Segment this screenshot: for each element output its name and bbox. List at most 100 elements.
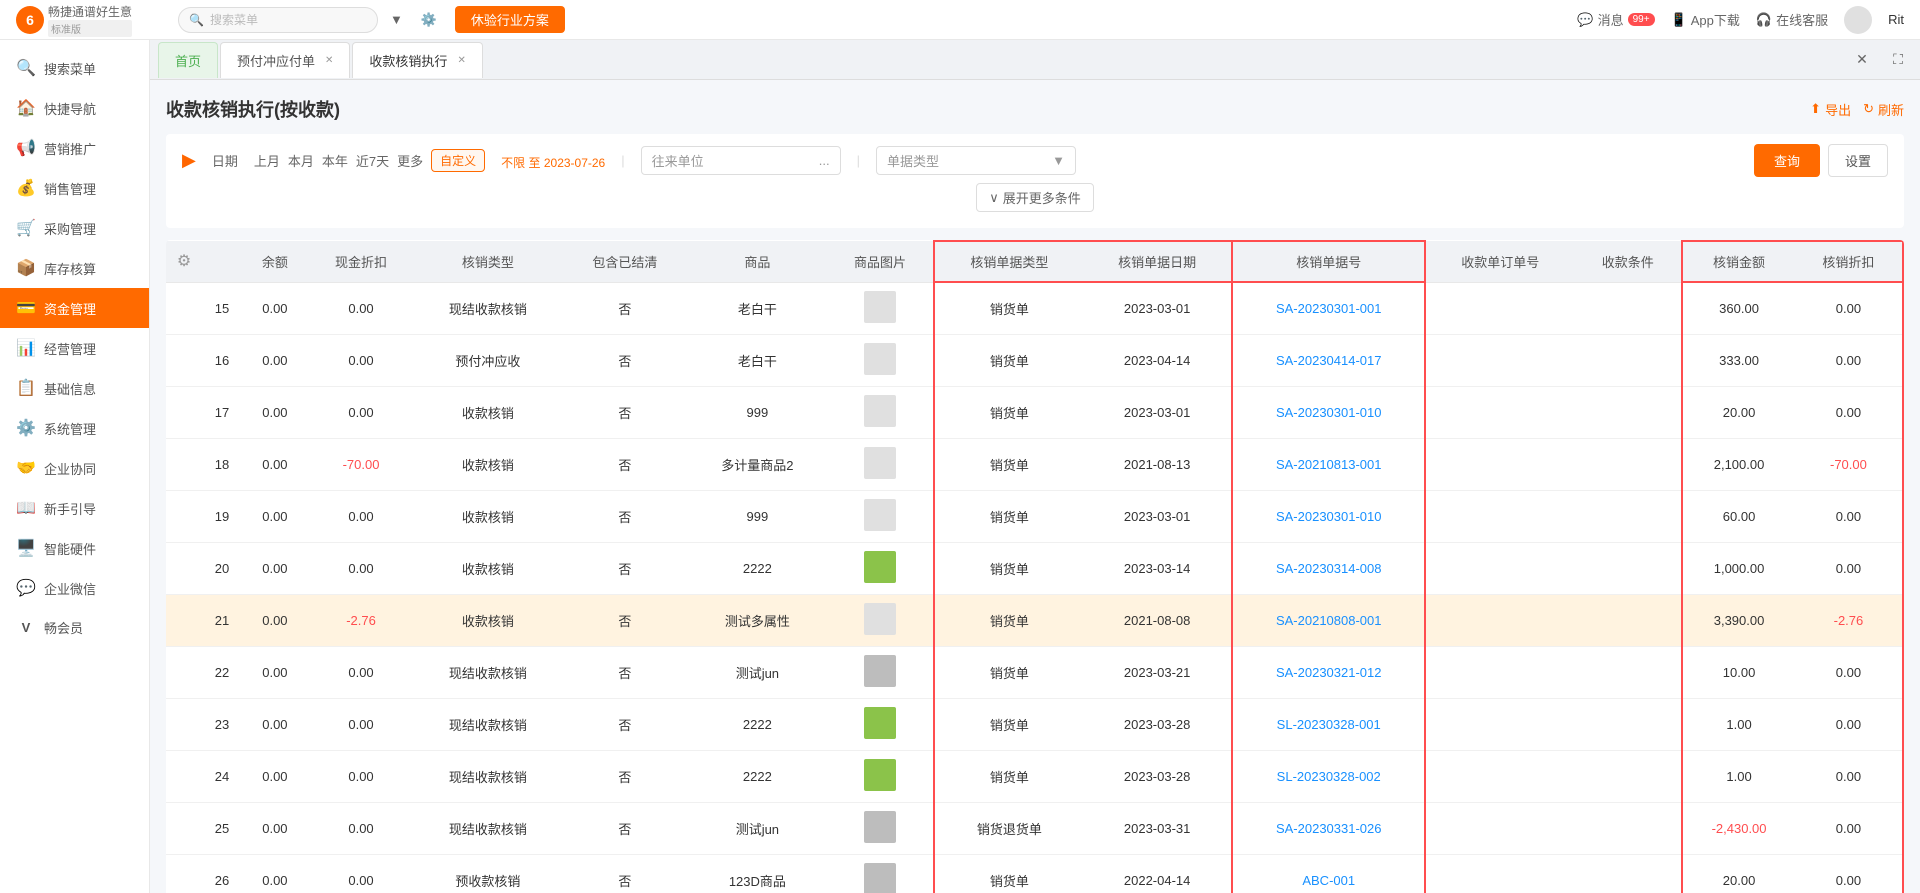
sidebar-item-weixin[interactable]: 💬 企业微信 [0,568,149,608]
avatar[interactable] [1844,6,1872,34]
row-order-no [1425,698,1574,750]
row-order-no [1425,646,1574,698]
row-discount: 0.00 [308,334,414,386]
row-product: 老白干 [688,282,826,334]
row-doc-no[interactable]: SL-20230328-002 [1232,750,1425,802]
sidebar-item-search[interactable]: 🔍 搜索菜单 [0,48,149,88]
row-balance: 0.00 [242,386,308,438]
finance-icon: 💳 [16,298,36,318]
sidebar-item-hardware[interactable]: 🖥️ 智能硬件 [0,528,149,568]
sidebar-item-basic[interactable]: 📋 基础信息 [0,368,149,408]
tab-writeoff[interactable]: 收款核销执行 ✕ [352,42,482,78]
filter-toggle-btn[interactable]: ▶ [182,150,196,171]
sidebar-item-purchase[interactable]: 🛒 采购管理 [0,208,149,248]
row-serial: 17 [202,386,242,438]
top-dropdown[interactable]: ▼ [390,12,403,27]
export-btn[interactable]: ⬆ 导出 [1810,100,1851,119]
row-type: 现结收款核销 [414,646,561,698]
date-opt-more[interactable]: 更多 [397,151,423,170]
row-serial: 19 [202,490,242,542]
row-condition [1574,282,1682,334]
row-doc-no[interactable]: SA-20230314-008 [1232,542,1425,594]
row-discount: 0.00 [308,282,414,334]
sidebar-item-sales[interactable]: 💰 销售管理 [0,168,149,208]
logo-text: 畅捷通谱好生意 [48,3,132,20]
headset-icon: 🎧 [1756,12,1772,28]
sidebar-label-marketing: 营销推广 [44,139,96,158]
tab-writeoff-close[interactable]: ✕ [457,55,465,66]
sidebar-item-inventory[interactable]: 📦 库存核算 [0,248,149,288]
row-doc-no[interactable]: SA-20210813-001 [1232,438,1425,490]
date-label: 日期 [212,151,238,170]
row-settled: 否 [561,698,688,750]
row-doc-type: 销货单 [934,854,1083,893]
sidebar-item-member[interactable]: V 畅会员 [0,608,149,647]
row-doc-no[interactable]: SA-20230301-010 [1232,490,1425,542]
sidebar-item-marketing[interactable]: 📢 营销推广 [0,128,149,168]
table-wrapper: ⚙ 余额 现金折扣 核销类型 包含已结清 商品 商品图片 核销单据类型 核销单据… [166,240,1904,893]
gear-icon[interactable]: ⚙️ [415,6,443,34]
refresh-btn[interactable]: ↻ 刷新 [1863,100,1904,119]
close-window-icon[interactable]: ✕ [1848,46,1876,74]
row-order-no [1425,438,1574,490]
top-bar-right: 💬 消息 99+ 📱 App下载 🎧 在线客服 Rit [1577,6,1904,34]
row-write-off-discount: 0.00 [1795,334,1903,386]
sidebar-item-guide[interactable]: 📖 新手引导 [0,488,149,528]
app-download-label: App下载 [1691,10,1740,29]
partner-input[interactable]: 往来单位 ... [641,146,841,175]
col-write-off-discount: 核销折扣 [1795,241,1903,282]
main-area: 首页 预付冲应付单 ✕ 收款核销执行 ✕ ✕ ⛶ 收款核销执行(按收款) [150,40,1920,893]
sidebar-item-finance[interactable]: 💳 资金管理 [0,288,149,328]
row-serial: 21 [202,594,242,646]
maximize-icon[interactable]: ⛶ [1884,46,1912,74]
row-product: 2222 [688,750,826,802]
row-doc-no[interactable]: SA-20230331-026 [1232,802,1425,854]
row-doc-no[interactable]: SL-20230328-001 [1232,698,1425,750]
tab-prepay-label: 预付冲应付单 [237,51,315,70]
sidebar-label-member: 畅会员 [44,618,83,637]
date-opt-this-year[interactable]: 本年 [322,151,348,170]
notifications[interactable]: 💬 消息 99+ [1577,10,1654,29]
row-product: 测试多属性 [688,594,826,646]
row-serial: 16 [202,334,242,386]
row-doc-no[interactable]: SA-20230321-012 [1232,646,1425,698]
col-serial [202,241,242,282]
sidebar-item-collab[interactable]: 🤝 企业协同 [0,448,149,488]
sidebar-item-management[interactable]: 📊 经营管理 [0,328,149,368]
row-settled: 否 [561,854,688,893]
date-opt-7days[interactable]: 近7天 [356,151,389,170]
industry-btn[interactable]: 休验行业方案 [455,6,565,33]
sidebar-label-hardware: 智能硬件 [44,539,96,558]
date-opt-last-month[interactable]: 上月 [254,151,280,170]
row-doc-no[interactable]: SA-20230301-001 [1232,282,1425,334]
app-download[interactable]: 📱 App下载 [1671,10,1740,29]
sidebar-item-system[interactable]: ⚙️ 系统管理 [0,408,149,448]
tab-prepay-close[interactable]: ✕ [325,55,333,66]
date-opt-custom[interactable]: 自定义 [431,149,485,172]
col-settings[interactable]: ⚙ [166,241,202,282]
row-amount: 360.00 [1682,282,1795,334]
settings-btn[interactable]: 设置 [1828,144,1888,177]
tab-home[interactable]: 首页 [158,42,218,78]
row-balance: 0.00 [242,542,308,594]
filter-row-main: ▶ 日期 上月 本月 本年 近7天 更多 自定义 不限 至 2023-07-26… [182,144,1888,177]
date-opt-this-month[interactable]: 本月 [288,151,314,170]
row-doc-no[interactable]: SA-20210808-001 [1232,594,1425,646]
row-doc-no[interactable]: SA-20230301-010 [1232,386,1425,438]
search-box[interactable]: 🔍 搜索菜单 [178,7,378,33]
row-amount: 333.00 [1682,334,1795,386]
sidebar-label-search: 搜索菜单 [44,59,96,78]
query-btn[interactable]: 查询 [1754,144,1820,177]
expand-btn[interactable]: ∨ 展开更多条件 [976,183,1094,212]
sidebar-item-quicknav[interactable]: 🏠 快捷导航 [0,88,149,128]
row-doc-no[interactable]: SA-20230414-017 [1232,334,1425,386]
row-condition [1574,386,1682,438]
row-doc-no[interactable]: ABC-001 [1232,854,1425,893]
doctype-select[interactable]: 单据类型 ▼ [876,146,1076,175]
col-settled: 包含已结清 [561,241,688,282]
filter-bar: ▶ 日期 上月 本月 本年 近7天 更多 自定义 不限 至 2023-07-26… [166,134,1904,228]
row-settings-icon [166,438,202,490]
row-balance: 0.00 [242,594,308,646]
tab-prepay[interactable]: 预付冲应付单 ✕ [220,42,350,78]
online-service[interactable]: 🎧 在线客服 [1756,10,1828,29]
